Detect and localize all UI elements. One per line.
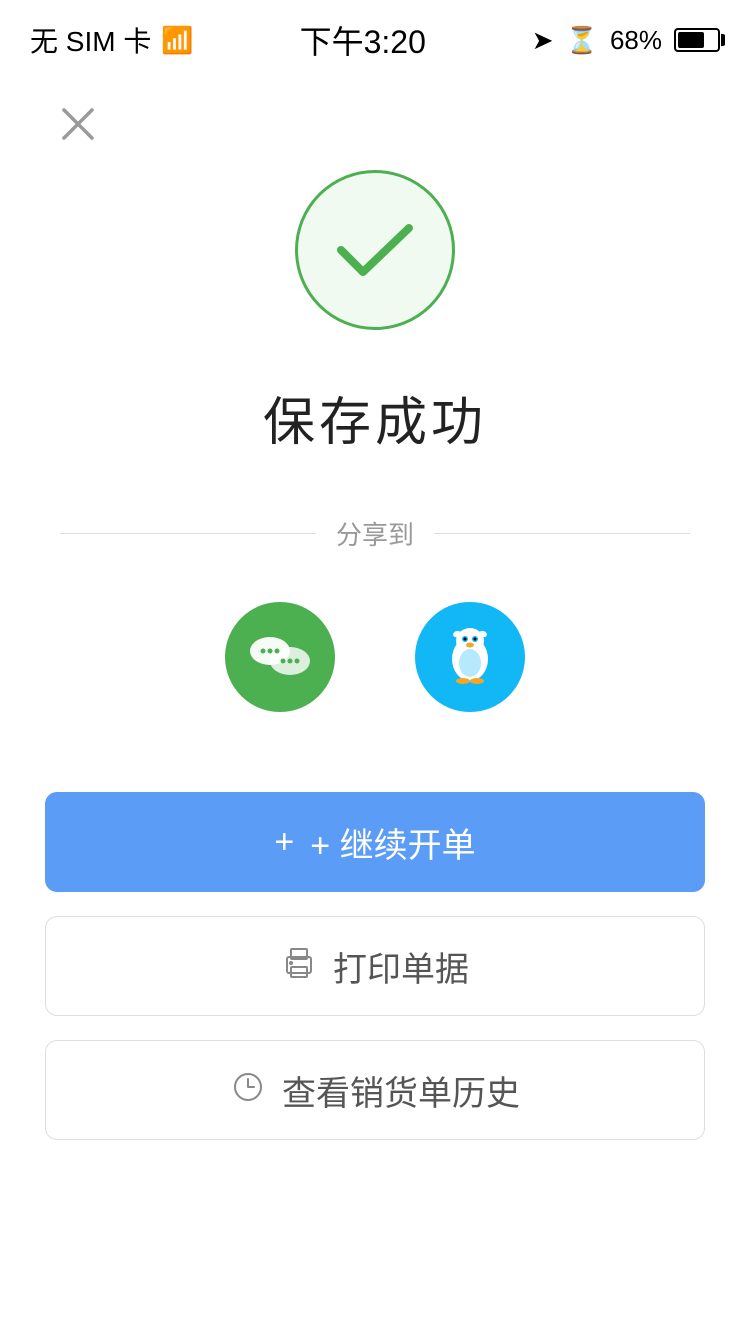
print-button[interactable]: 打印单据 [45,916,705,1016]
main-content: 保存成功 分享到 [0,80,750,1140]
divider-right [434,533,690,534]
share-label: 分享到 [336,515,414,552]
status-bar: 无 SIM 卡 📶 下午3:20 ➤ ⏳ 68% [0,0,750,80]
wifi-icon: 📶 [161,25,193,56]
history-label: 查看销货单历史 [282,1066,520,1115]
status-right: ➤ ⏳ 68% [532,25,720,56]
close-button[interactable] [50,96,106,152]
share-divider: 分享到 [0,515,750,552]
history-button[interactable]: 查看销货单历史 [45,1040,705,1140]
share-section: 分享到 [0,515,750,712]
continue-button[interactable]: + + 继续开单 [45,792,705,892]
plus-icon: + [274,825,294,859]
checkmark-icon [335,220,415,280]
wechat-icon [248,631,312,683]
qq-share-button[interactable] [415,602,525,712]
success-title: 保存成功 [263,380,487,455]
share-icons [225,602,525,712]
alarm-icon: ⏳ [566,25,598,56]
success-circle [295,170,455,330]
print-label: 打印单据 [333,942,469,991]
status-time: 下午3:20 [300,17,426,63]
battery-icon [674,28,720,52]
print-icon [281,945,317,987]
qq-icon [442,625,498,689]
location-icon: ➤ [532,25,554,56]
continue-label: + 继续开单 [310,818,475,867]
close-icon [60,106,96,142]
action-buttons: + + 继续开单 打印单据 查看销货单历史 [45,792,705,1140]
no-sim-label: 无 SIM 卡 [30,20,151,60]
status-left: 无 SIM 卡 📶 [30,20,194,60]
history-icon [230,1069,266,1111]
divider-left [60,533,316,534]
battery-label: 68% [610,25,662,56]
wechat-share-button[interactable] [225,602,335,712]
